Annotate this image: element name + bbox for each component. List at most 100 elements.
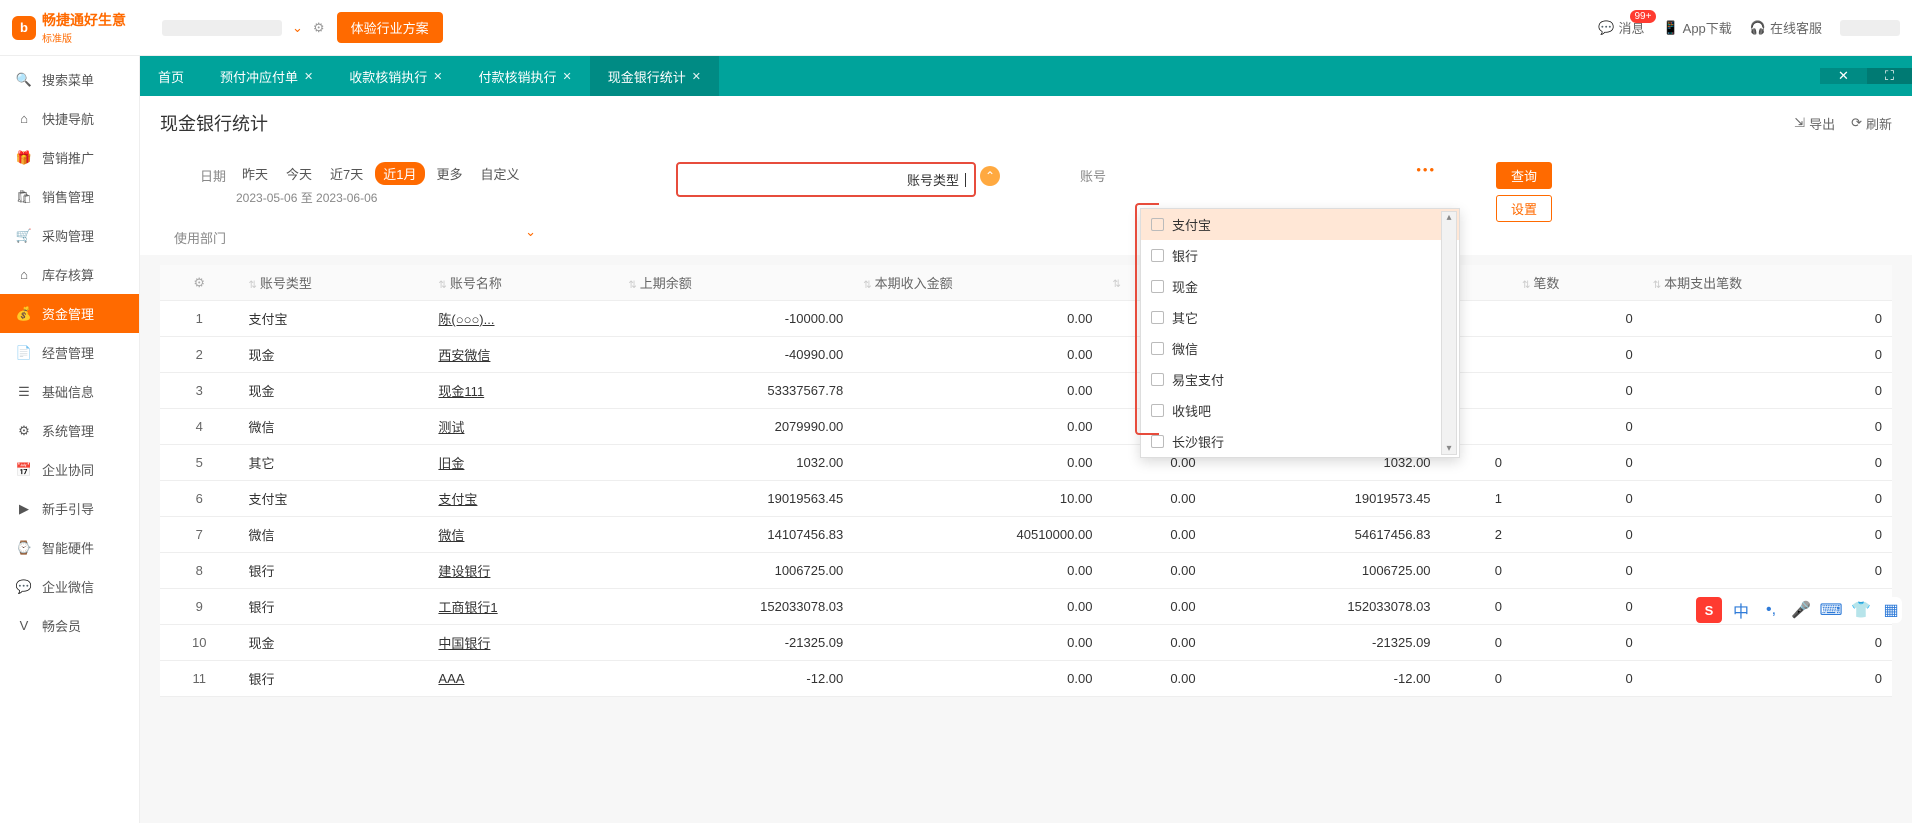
sort-icon[interactable]: ⇅ [1112,279,1120,290]
checkbox[interactable] [1151,249,1164,262]
user-placeholder[interactable] [1840,20,1900,36]
settings-button[interactable]: 设置 [1496,195,1552,222]
tab-3[interactable]: 付款核销执行✕ [460,56,589,96]
sidebar-item-12[interactable]: ⌚智能硬件 [0,528,139,567]
dropdown-option[interactable]: 微信 [1141,333,1459,364]
column-header[interactable]: ⇅账号类型 [238,265,428,301]
sidebar-item-0[interactable]: 🔍搜索菜单 [0,60,139,99]
checkbox[interactable] [1151,342,1164,355]
date-option[interactable]: 更多 [431,162,469,185]
sort-icon[interactable]: ⇅ [863,280,871,291]
tab-close-all[interactable]: ✕ [1820,68,1867,84]
column-header[interactable]: ⇅本期支出笔数 [1643,265,1892,301]
cell-name[interactable]: 工商银行1 [428,589,618,625]
dropdown-option[interactable]: 其它 [1141,302,1459,333]
column-header[interactable]: ⇅上期余额 [618,265,853,301]
cell-name[interactable]: 旧金 [428,445,618,481]
tab-expand[interactable]: ⛶ [1867,68,1912,84]
close-icon[interactable]: ✕ [304,70,313,83]
date-option[interactable]: 今天 [280,162,318,185]
more-icon[interactable]: ••• [1416,162,1436,177]
date-option[interactable]: 近7天 [324,162,369,185]
cell-name[interactable]: 微信 [428,517,618,553]
filter-dept[interactable]: 使用部门 ⌄ [160,224,540,247]
dropdown-option[interactable]: 银行 [1141,240,1459,271]
tab-2[interactable]: 收款核销执行✕ [331,56,460,96]
sidebar-item-10[interactable]: 📅企业协同 [0,450,139,489]
cell-name[interactable]: 现金111 [428,373,618,409]
dropdown-option[interactable]: 收钱吧 [1141,395,1459,426]
scroll-up-icon[interactable]: ▴ [1446,212,1451,223]
sidebar-item-5[interactable]: ⌂库存核算 [0,255,139,294]
dropdown-option[interactable]: 现金 [1141,271,1459,302]
dropdown-option[interactable]: 支付宝 [1141,209,1459,240]
date-option[interactable]: 自定义 [475,162,526,185]
scroll-down-icon[interactable]: ▾ [1446,443,1451,454]
filter-dept-label: 使用部门 [160,224,226,247]
cell-name[interactable]: AAA [428,661,618,697]
sidebar-item-13[interactable]: 💬企业微信 [0,567,139,606]
dropdown-scrollbar[interactable]: ▴ ▾ [1441,211,1457,455]
close-icon[interactable]: ✕ [433,70,442,83]
sidebar-item-1[interactable]: ⌂快捷导航 [0,99,139,138]
ime-skin-icon[interactable]: 👕 [1850,599,1872,621]
sidebar-item-2[interactable]: 🎁营销推广 [0,138,139,177]
close-icon[interactable]: ✕ [692,70,701,83]
sidebar-item-9[interactable]: ⚙系统管理 [0,411,139,450]
tab-4[interactable]: 现金银行统计✕ [590,56,719,96]
sort-icon[interactable]: ⇅ [628,280,636,291]
shop-selector[interactable]: ⌄ ⚙ [162,20,325,36]
checkbox[interactable] [1151,404,1164,417]
cell-name[interactable]: 陈(○○○)... [428,301,618,337]
cell-name[interactable]: 建设银行 [428,553,618,589]
close-icon[interactable]: ✕ [563,70,572,83]
checkbox[interactable] [1151,218,1164,231]
sidebar-item-11[interactable]: ▶新手引导 [0,489,139,528]
sidebar-item-6[interactable]: 💰资金管理 [0,294,139,333]
cell-name[interactable]: 西安微信 [428,337,618,373]
ime-mic-icon[interactable]: 🎤 [1790,599,1812,621]
sort-icon[interactable]: ⇅ [438,280,446,291]
ime-grid-icon[interactable]: ▦ [1880,599,1902,621]
filter-account-type[interactable]: . 账号类型 ⌃ ▴ ▾ 支付宝银行现金其它微信易宝支付收钱吧长沙银行 [600,162,980,247]
try-industry-button[interactable]: 体验行业方案 [337,12,443,43]
gear-icon[interactable]: ⚙ [313,20,325,36]
ime-punct-icon[interactable]: •, [1760,599,1782,621]
sort-icon[interactable]: ⇅ [1522,280,1530,291]
column-header[interactable]: ⇅账号名称 [428,265,618,301]
refresh-button[interactable]: ⟳刷新 [1851,114,1892,133]
online-service-link[interactable]: 🎧 在线客服 [1750,18,1822,37]
checkbox[interactable] [1151,373,1164,386]
column-header[interactable]: ⚙ [160,265,238,301]
sidebar-item-3[interactable]: 🛍销售管理 [0,177,139,216]
tab-0[interactable]: 首页 [140,56,202,96]
ime-lang[interactable]: 中 [1730,599,1752,621]
dropdown-option[interactable]: 长沙银行 [1141,426,1459,457]
tab-1[interactable]: 预付冲应付单✕ [202,56,331,96]
sidebar-item-7[interactable]: 📄经营管理 [0,333,139,372]
column-header[interactable]: ⇅本期收入金额 [853,265,1102,301]
messages-link[interactable]: 💬 消息 99+ [1598,18,1644,37]
sort-icon[interactable]: ⇅ [1653,280,1661,291]
export-button[interactable]: ⇲导出 [1794,114,1835,133]
ime-keyboard-icon[interactable]: ⌨ [1820,599,1842,621]
sidebar-item-14[interactable]: V畅会员 [0,606,139,645]
sort-icon[interactable]: ⇅ [248,280,256,291]
date-option[interactable]: 近1月 [375,162,424,185]
cell-name[interactable]: 中国银行 [428,625,618,661]
sidebar-item-4[interactable]: 🛒采购管理 [0,216,139,255]
account-input[interactable] [1116,169,1406,170]
sidebar-item-8[interactable]: ☰基础信息 [0,372,139,411]
app-download-link[interactable]: 📱 App下载 [1662,18,1731,37]
collapse-icon[interactable]: ⌃ [980,166,1000,186]
cell-name[interactable]: 测试 [428,409,618,445]
date-option[interactable]: 昨天 [236,162,274,185]
cell-name[interactable]: 支付宝 [428,481,618,517]
dropdown-option[interactable]: 易宝支付 [1141,364,1459,395]
column-header[interactable]: ⇅笔数 [1512,265,1643,301]
query-button[interactable]: 查询 [1496,162,1552,189]
checkbox[interactable] [1151,311,1164,324]
checkbox[interactable] [1151,280,1164,293]
gear-icon[interactable]: ⚙ [193,275,205,290]
checkbox[interactable] [1151,435,1164,448]
